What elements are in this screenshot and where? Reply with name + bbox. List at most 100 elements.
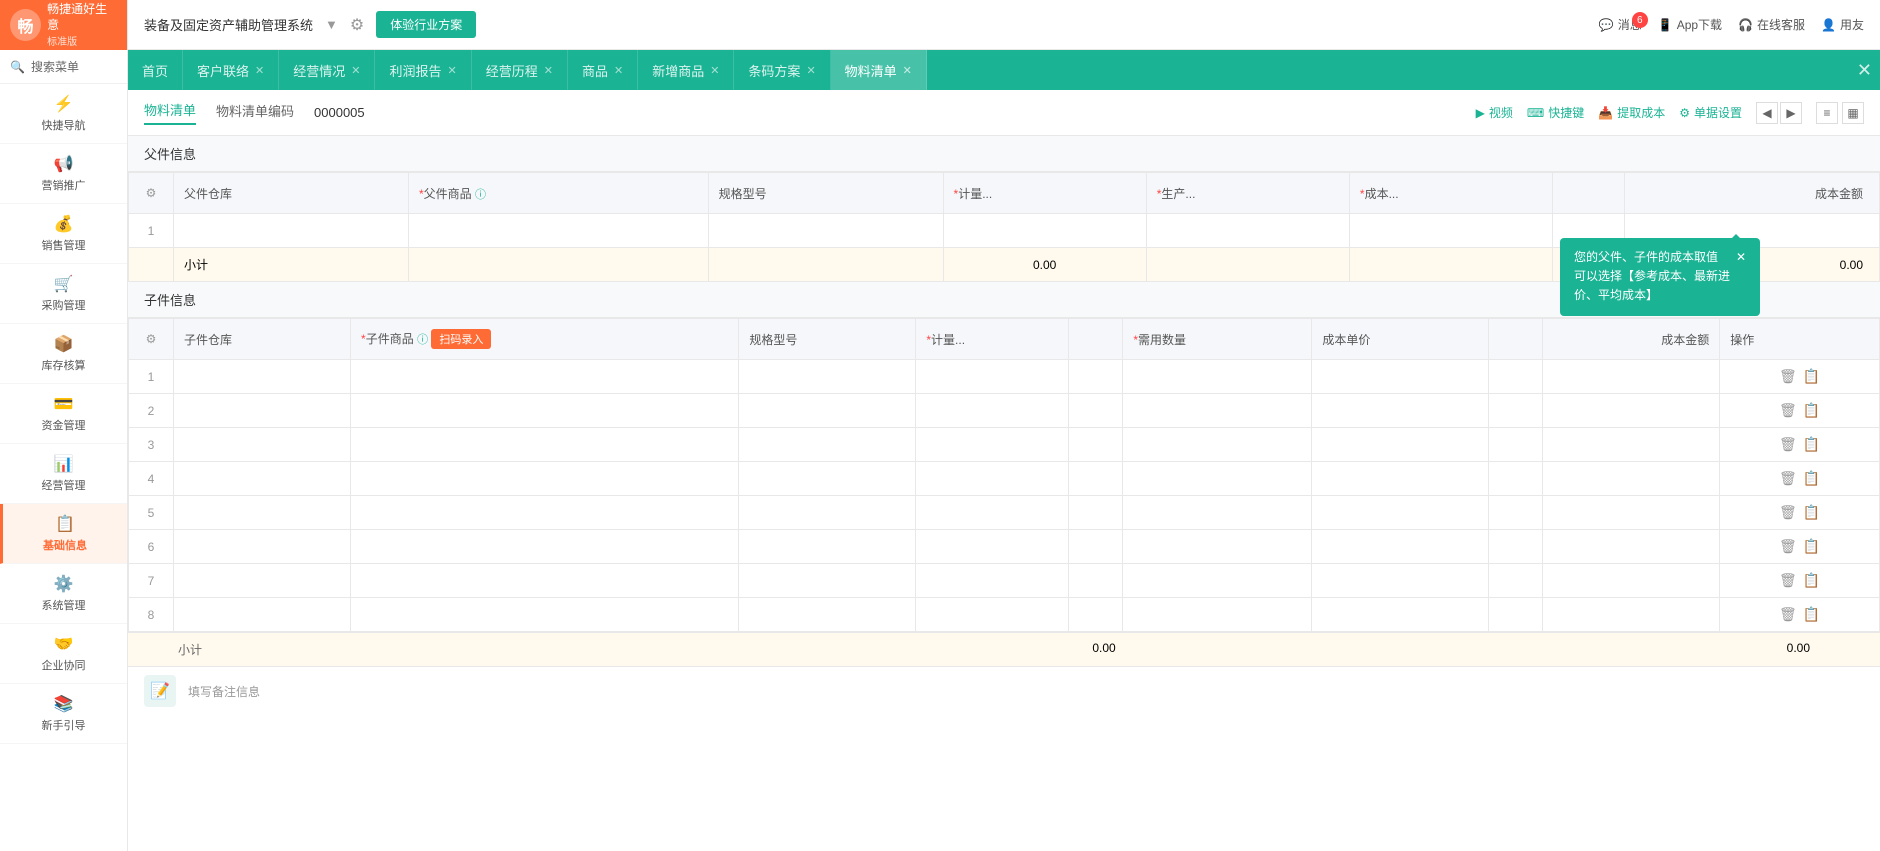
settings-icon[interactable]: ⚙: [350, 15, 364, 35]
delete-icon-4[interactable]: 🗑: [1779, 470, 1797, 487]
sidebar-item-business[interactable]: 📊 经营管理: [0, 444, 127, 504]
child-cell-qty-6[interactable]: [1123, 530, 1312, 564]
tab-new-product-close[interactable]: ✕: [710, 64, 719, 77]
child-cell-price-2[interactable]: [1312, 394, 1489, 428]
experience-btn[interactable]: 体验行业方案: [376, 11, 476, 38]
child-cell-spec-2[interactable]: [739, 394, 916, 428]
sidebar-item-quick[interactable]: ⚡ 快捷导航: [0, 84, 127, 144]
child-cell-product-8[interactable]: [351, 598, 739, 632]
child-cell-spec-3[interactable]: [739, 428, 916, 462]
copy-icon-6[interactable]: 📋: [1803, 538, 1820, 555]
copy-icon-5[interactable]: 📋: [1803, 504, 1820, 521]
tab-history[interactable]: 经营历程 ✕: [472, 50, 568, 90]
sidebar-item-purchase[interactable]: 🛒 采购管理: [0, 264, 127, 324]
child-cell-warehouse-1[interactable]: [174, 360, 351, 394]
page-tab-code[interactable]: 物料清单编码: [216, 101, 294, 124]
child-cell-qty-4[interactable]: [1123, 462, 1312, 496]
detail-view-btn[interactable]: ▦: [1842, 102, 1864, 124]
child-cell-warehouse-2[interactable]: [174, 394, 351, 428]
child-cell-warehouse-7[interactable]: [174, 564, 351, 598]
add-note-icon[interactable]: 📝: [144, 675, 176, 707]
child-cell-warehouse-8[interactable]: [174, 598, 351, 632]
dropdown-icon[interactable]: ▼: [325, 17, 338, 32]
page-tab-bom[interactable]: 物料清单: [144, 100, 196, 125]
child-cell-warehouse-3[interactable]: [174, 428, 351, 462]
child-cell-product-5[interactable]: [351, 496, 739, 530]
child-cell-price-8[interactable]: [1312, 598, 1489, 632]
tab-home[interactable]: 首页: [128, 50, 183, 90]
child-cell-unit-8[interactable]: [916, 598, 1069, 632]
parent-cell-production[interactable]: [1146, 214, 1349, 248]
child-cell-warehouse-5[interactable]: [174, 496, 351, 530]
sidebar-item-system[interactable]: ⚙️ 系统管理: [0, 564, 127, 624]
child-cell-qty-3[interactable]: [1123, 428, 1312, 462]
parent-cell-spec[interactable]: [708, 214, 943, 248]
child-cell-spec-7[interactable]: [739, 564, 916, 598]
tab-product-close[interactable]: ✕: [614, 64, 623, 77]
delete-icon-5[interactable]: 🗑: [1779, 504, 1797, 521]
shortcut-action[interactable]: ⌨ 快捷键: [1527, 104, 1584, 121]
tab-history-close[interactable]: ✕: [544, 64, 553, 77]
parent-settings-icon[interactable]: ⚙: [139, 181, 163, 205]
parent-cell-warehouse[interactable]: [174, 214, 409, 248]
scan-input-btn[interactable]: 扫码录入: [431, 329, 491, 349]
next-btn[interactable]: ▶: [1780, 102, 1802, 124]
child-cell-unit-4[interactable]: [916, 462, 1069, 496]
tab-bom-close[interactable]: ✕: [903, 64, 912, 77]
child-cell-warehouse-6[interactable]: [174, 530, 351, 564]
search-menu[interactable]: 🔍 搜索菜单: [0, 50, 127, 84]
delete-icon-8[interactable]: 🗑: [1779, 606, 1797, 623]
child-cell-product-1[interactable]: [351, 360, 739, 394]
child-cell-unit-5[interactable]: [916, 496, 1069, 530]
child-cell-spec-6[interactable]: [739, 530, 916, 564]
parent-cell-unit[interactable]: [943, 214, 1146, 248]
sidebar-item-base[interactable]: 📋 基础信息: [0, 504, 127, 564]
list-view-btn[interactable]: ≡: [1816, 102, 1838, 124]
copy-icon-1[interactable]: 📋: [1803, 368, 1820, 385]
tab-product[interactable]: 商品 ✕: [568, 50, 638, 90]
sidebar-item-sales[interactable]: 💰 销售管理: [0, 204, 127, 264]
cost-action[interactable]: 📥 提取成本: [1598, 104, 1665, 121]
tooltip-close-btn[interactable]: ✕: [1736, 248, 1746, 267]
child-cell-warehouse-4[interactable]: [174, 462, 351, 496]
child-cell-spec-4[interactable]: [739, 462, 916, 496]
delete-icon-7[interactable]: 🗑: [1779, 572, 1797, 589]
child-cell-unit-2[interactable]: [916, 394, 1069, 428]
copy-icon-3[interactable]: 📋: [1803, 436, 1820, 453]
tab-barcode[interactable]: 条码方案 ✕: [734, 50, 830, 90]
child-cell-qty-7[interactable]: [1123, 564, 1312, 598]
child-cell-product-2[interactable]: [351, 394, 739, 428]
prev-btn[interactable]: ◀: [1756, 102, 1778, 124]
child-cell-spec-1[interactable]: [739, 360, 916, 394]
child-cell-product-7[interactable]: [351, 564, 739, 598]
child-cell-qty-1[interactable]: [1123, 360, 1312, 394]
child-cell-qty-8[interactable]: [1123, 598, 1312, 632]
parent-cell-cost[interactable]: [1349, 214, 1552, 248]
view-action[interactable]: ▶ 视频: [1476, 104, 1513, 121]
copy-icon-8[interactable]: 📋: [1803, 606, 1820, 623]
single-setting-action[interactable]: ⚙ 单据设置: [1679, 104, 1742, 121]
delete-icon-1[interactable]: 🗑: [1779, 368, 1797, 385]
message-btn[interactable]: 💬 消息 6: [1599, 16, 1642, 33]
child-cell-price-3[interactable]: [1312, 428, 1489, 462]
tab-new-product[interactable]: 新增商品 ✕: [638, 50, 734, 90]
online-service-btn[interactable]: 🎧 在线客服: [1738, 16, 1805, 33]
copy-icon-4[interactable]: 📋: [1803, 470, 1820, 487]
child-cell-spec-8[interactable]: [739, 598, 916, 632]
child-cell-price-5[interactable]: [1312, 496, 1489, 530]
child-cell-spec-5[interactable]: [739, 496, 916, 530]
child-cell-unit-6[interactable]: [916, 530, 1069, 564]
tab-profit-close[interactable]: ✕: [448, 64, 457, 77]
child-cell-price-1[interactable]: [1312, 360, 1489, 394]
sidebar-item-finance[interactable]: 💳 资金管理: [0, 384, 127, 444]
tab-profit[interactable]: 利润报告 ✕: [375, 50, 471, 90]
tab-barcode-close[interactable]: ✕: [806, 64, 815, 77]
child-cell-product-4[interactable]: [351, 462, 739, 496]
tab-customer-close[interactable]: ✕: [255, 64, 264, 77]
delete-icon-2[interactable]: 🗑: [1779, 402, 1797, 419]
tab-customer[interactable]: 客户联络 ✕: [183, 50, 279, 90]
child-settings-icon[interactable]: ⚙: [139, 327, 163, 351]
tab-operation-close[interactable]: ✕: [351, 64, 360, 77]
child-cell-product-6[interactable]: [351, 530, 739, 564]
tab-bom[interactable]: 物料清单 ✕: [831, 50, 927, 90]
